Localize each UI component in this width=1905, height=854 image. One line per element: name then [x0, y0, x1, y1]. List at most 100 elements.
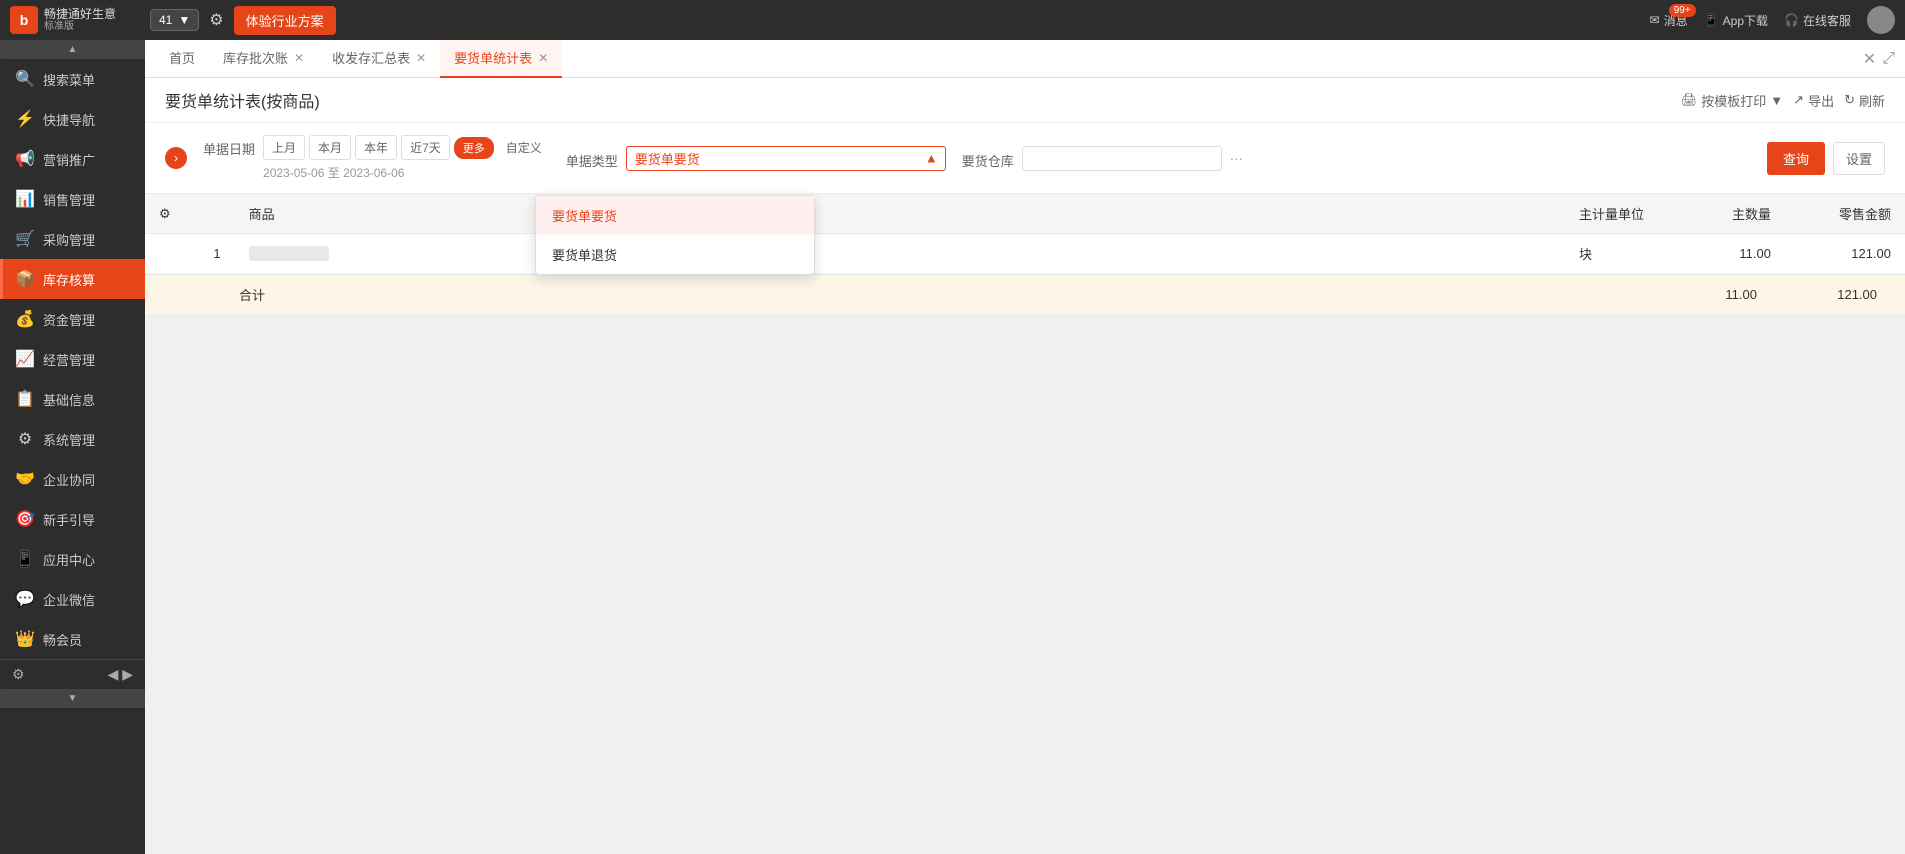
tab-close-batch-account[interactable]: ✕ [294, 51, 304, 65]
sidebar-item-guide[interactable]: 🎯新手引导 [0, 499, 145, 539]
custom-date-btn[interactable]: 自定义 [498, 136, 550, 159]
tab-bar: 首页库存批次账 ✕收发存汇总表 ✕要货单统计表 ✕ ✕ ⤢ [145, 40, 1905, 78]
settings-button[interactable]: 设置 [1833, 142, 1885, 175]
this-month-btn[interactable]: 本月 [309, 135, 351, 160]
industry-button[interactable]: 体验行业方案 [234, 6, 336, 35]
topbar-right: ✉ 消息 99+ 📱 App下载 🎧 在线客服 [1650, 6, 1895, 34]
tab-close-button[interactable]: ✕ [1863, 49, 1876, 69]
inventory-icon: 📦 [15, 269, 35, 289]
sidebar-item-member[interactable]: 👑畅会员 [0, 619, 145, 659]
store-selector[interactable]: 41 ▼ [150, 9, 199, 31]
warehouse-filter-label: 要货仓库 [962, 147, 1014, 170]
sidebar-item-basic[interactable]: 📋基础信息 [0, 379, 145, 419]
export-icon: ↗ [1793, 92, 1804, 108]
sidebar-item-purchase[interactable]: 🛒采购管理 [0, 219, 145, 259]
messages-badge: 99+ [1669, 4, 1696, 17]
dropdown-item-return[interactable]: 要货单退货 [536, 235, 814, 274]
tab-receivables[interactable]: 收发存汇总表 ✕ [318, 40, 440, 78]
settings-icon[interactable]: ⚙ [159, 206, 171, 221]
member-icon: 👑 [15, 629, 35, 649]
warehouse-filter-group: 要货仓库 ··· [962, 146, 1243, 171]
tab-order-stats[interactable]: 要货单统计表 ✕ [440, 40, 562, 78]
online-service-label: 在线客服 [1803, 12, 1851, 29]
sidebar-item-sales[interactable]: 📊销售管理 [0, 179, 145, 219]
avatar[interactable] [1867, 6, 1895, 34]
sidebar-item-marketing[interactable]: 📢营销推广 [0, 139, 145, 179]
sidebar-item-wechat[interactable]: 💬企业微信 [0, 579, 145, 619]
type-dropdown: 要货单要货 要货单退货 [535, 195, 815, 275]
messages-item[interactable]: ✉ 消息 99+ [1650, 12, 1688, 29]
chevron-down-icon: ▼ [1770, 93, 1783, 108]
expand-button[interactable]: › [165, 147, 187, 169]
purchase-icon: 🛒 [15, 229, 35, 249]
data-table: ⚙ 商品 主计量单位 主数量 零售金额 1 [145, 194, 1905, 274]
app-download-item[interactable]: 📱 App下载 [1704, 12, 1768, 29]
gear-button[interactable]: ⚙ [209, 10, 223, 30]
app-center-icon: 📱 [15, 549, 35, 569]
table-footer: 合计 11.00 121.00 [145, 274, 1905, 314]
type-input[interactable] [626, 146, 946, 171]
this-year-btn[interactable]: 本年 [355, 135, 397, 160]
sidebar-item-search[interactable]: 🔍搜索菜单 [0, 59, 145, 99]
tab-close-order-stats[interactable]: ✕ [538, 51, 548, 65]
sidebar-item-inventory[interactable]: 📦库存核算 [0, 259, 145, 299]
table-row: 1 块 11.00 121.00 [145, 234, 1905, 274]
page-title: 要货单统计表(按商品) [165, 88, 320, 112]
content-area: 首页库存批次账 ✕收发存汇总表 ✕要货单统计表 ✕ ✕ ⤢ 要货单统计表(按商品… [145, 40, 1905, 854]
footer-qty: 11.00 [1651, 287, 1771, 302]
sidebar-scroll-up[interactable]: ▲ [0, 40, 145, 59]
print-icon: 🖨 [1681, 92, 1698, 108]
sidebar-items: 🔍搜索菜单⚡快捷导航📢营销推广📊销售管理🛒采购管理📦库存核算💰资金管理📈经营管理… [0, 59, 145, 659]
page-content: 要货单统计表(按商品) 🖨 按模板打印 ▼ ↗ 导出 ↻ 刷新 [145, 78, 1905, 854]
sidebar-item-finance[interactable]: 💰资金管理 [0, 299, 145, 339]
print-button[interactable]: 🖨 按模板打印 ▼ [1681, 91, 1783, 110]
header-actions: 🖨 按模板打印 ▼ ↗ 导出 ↻ 刷新 [1681, 91, 1885, 110]
tab-close-receivables[interactable]: ✕ [416, 51, 426, 65]
last-7-days-btn[interactable]: 近7天 [401, 135, 450, 160]
td-unit: 块 [1565, 234, 1665, 274]
headset-icon: 🎧 [1784, 13, 1799, 27]
warehouse-input[interactable] [1022, 146, 1222, 171]
sidebar-item-system[interactable]: ⚙系统管理 [0, 419, 145, 459]
dropdown-item-order[interactable]: 要货单要货 [536, 196, 814, 235]
app-download-label: App下载 [1723, 12, 1768, 29]
type-chevron-up-icon[interactable]: ▲ [925, 151, 938, 166]
sidebar-item-operations[interactable]: 📈经营管理 [0, 339, 145, 379]
tab-expand-button[interactable]: ⤢ [1882, 49, 1895, 69]
warehouse-more-icon[interactable]: ··· [1230, 151, 1243, 166]
top-bar: b 畅捷通好生意 标准版 41 ▼ ⚙ 体验行业方案 ✉ 消息 99+ 📱 Ap… [0, 0, 1905, 40]
export-button[interactable]: ↗ 导出 [1793, 91, 1834, 110]
type-input-wrapper: ▲ [626, 146, 946, 171]
date-range: 2023-05-06 至 2023-06-06 [263, 164, 550, 181]
enterprise-icon: 🤝 [15, 469, 35, 489]
date-filter: 上月 本月 本年 近7天 更多 自定义 2023-05-06 至 2023-06… [263, 135, 550, 181]
tab-batch-account[interactable]: 库存批次账 ✕ [209, 40, 318, 78]
th-unit: 主计量单位 [1565, 194, 1665, 234]
sidebar-item-quick-nav[interactable]: ⚡快捷导航 [0, 99, 145, 139]
table-body: 1 块 11.00 121.00 [145, 234, 1905, 274]
tab-items: 首页库存批次账 ✕收发存汇总表 ✕要货单统计表 ✕ [155, 40, 1863, 78]
chevron-down-icon: ▼ [178, 13, 190, 27]
online-service-item[interactable]: 🎧 在线客服 [1784, 12, 1851, 29]
type-filter-group: 单据类型 ▲ [566, 146, 946, 171]
th-amount: 零售金额 [1785, 194, 1905, 234]
last-month-btn[interactable]: 上月 [263, 135, 305, 160]
sidebar-item-app-center[interactable]: 📱应用中心 [0, 539, 145, 579]
more-dates-btn[interactable]: 更多 [454, 137, 494, 159]
date-buttons: 上月 本月 本年 近7天 更多 自定义 [263, 135, 550, 160]
query-button[interactable]: 查询 [1767, 142, 1825, 175]
collapse-icon[interactable]: ◀ ▶ [108, 666, 133, 683]
sidebar-scroll-down[interactable]: ▼ [0, 689, 145, 708]
main-layout: ▲ 🔍搜索菜单⚡快捷导航📢营销推广📊销售管理🛒采购管理📦库存核算💰资金管理📈经营… [0, 40, 1905, 854]
sidebar-item-enterprise[interactable]: 🤝企业协同 [0, 459, 145, 499]
page-header: 要货单统计表(按商品) 🖨 按模板打印 ▼ ↗ 导出 ↻ 刷新 [145, 78, 1905, 123]
sidebar-bottom-bar: ⚙ ◀ ▶ [0, 659, 145, 689]
tab-home[interactable]: 首页 [155, 40, 209, 78]
date-filter-label: 单据日期 [203, 135, 255, 158]
store-number: 41 [159, 13, 172, 27]
wechat-icon: 💬 [15, 589, 35, 609]
search-icon: 🔍 [15, 69, 35, 89]
refresh-button[interactable]: ↻ 刷新 [1844, 91, 1885, 110]
settings-icon[interactable]: ⚙ [12, 666, 25, 683]
table-header-row: ⚙ 商品 主计量单位 主数量 零售金额 [145, 194, 1905, 234]
